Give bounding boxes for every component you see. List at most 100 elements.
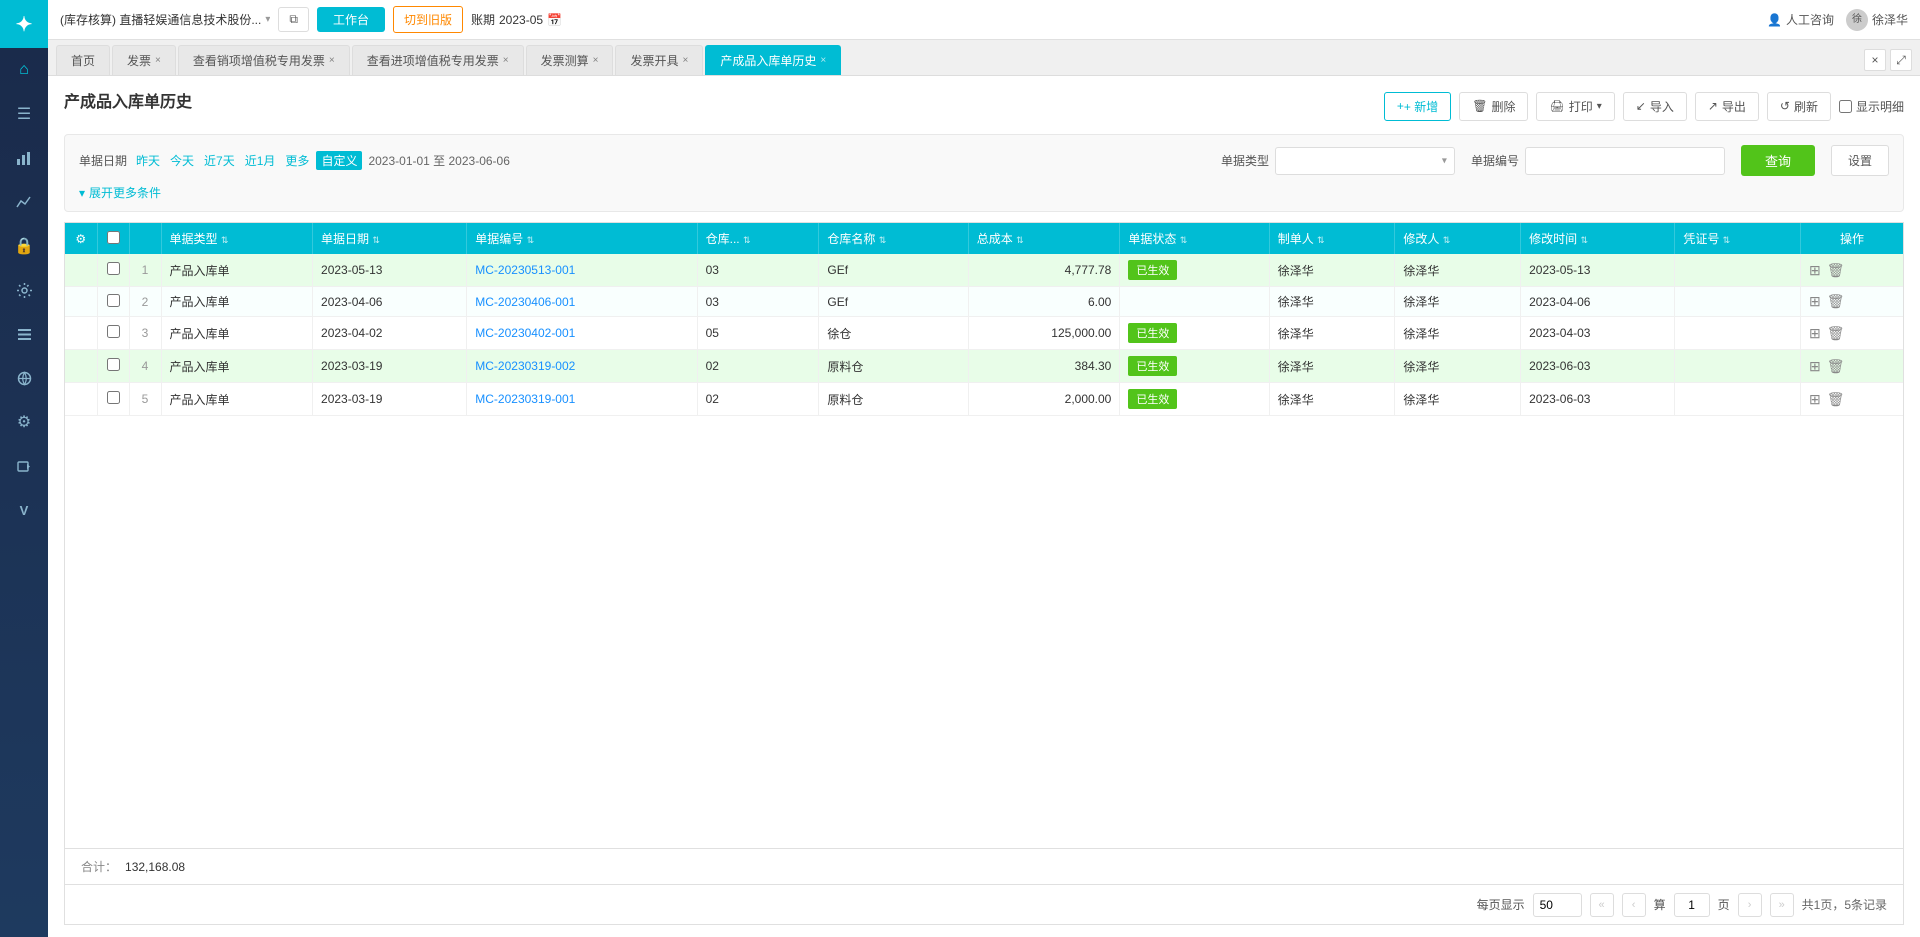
query-button[interactable]: 查询 [1741, 145, 1815, 176]
td-type: 产品入库单 [161, 287, 313, 317]
td-number[interactable]: MC-20230319-001 [467, 383, 697, 416]
delete-action-icon[interactable]: 🗑 [1827, 325, 1845, 342]
shortcut-more[interactable]: 更多 [282, 151, 312, 170]
tab-close-vat-input[interactable]: × [503, 55, 509, 66]
per-page-select[interactable]: 50 10 20 100 [1533, 893, 1582, 917]
th-status[interactable]: 单据状态 ⇅ [1120, 223, 1269, 254]
sidebar-item-list[interactable] [0, 312, 48, 356]
number-link[interactable]: MC-20230402-001 [475, 326, 575, 340]
th-number[interactable]: 单据编号 ⇅ [467, 223, 697, 254]
th-type[interactable]: 单据类型 ⇅ [161, 223, 313, 254]
th-date[interactable]: 单据日期 ⇅ [313, 223, 467, 254]
number-link[interactable]: MC-20230406-001 [475, 295, 575, 309]
th-checkbox[interactable] [97, 223, 129, 254]
number-link[interactable]: MC-20230319-001 [475, 392, 575, 406]
th-warehouse-code[interactable]: 仓库... ⇅ [697, 223, 819, 254]
view-action-icon[interactable]: ⊞ [1809, 391, 1821, 408]
tab-vat-input[interactable]: 查看进项增值税专用发票 × [352, 45, 524, 75]
export-button[interactable]: ↗ 导出 [1695, 92, 1759, 121]
th-total-cost[interactable]: 总成本 ⇅ [968, 223, 1120, 254]
th-creator[interactable]: 制单人 ⇅ [1269, 223, 1395, 254]
sidebar-item-lock[interactable]: 🔒 [0, 224, 48, 268]
first-page-button[interactable]: « [1590, 893, 1614, 917]
td-checkbox[interactable] [97, 254, 129, 287]
sidebar-item-docs[interactable]: ☰ [0, 92, 48, 136]
sidebar-item-api[interactable] [0, 356, 48, 400]
shortcut-yesterday[interactable]: 昨天 [133, 151, 163, 170]
tab-vat-output[interactable]: 查看销项增值税专用发票 × [178, 45, 350, 75]
view-action-icon[interactable]: ⊞ [1809, 358, 1821, 375]
copy-button[interactable]: ⧉ [278, 7, 309, 32]
calendar-icon[interactable]: 📅 [547, 13, 562, 27]
td-total-cost: 2,000.00 [968, 383, 1120, 416]
th-modifier[interactable]: 修改人 ⇅ [1395, 223, 1521, 254]
shortcut-custom[interactable]: 自定义 [316, 151, 362, 170]
tab-home[interactable]: 首页 [56, 45, 110, 75]
tab-invoice-calc[interactable]: 发票测算 × [526, 45, 614, 75]
type-select[interactable] [1275, 147, 1455, 175]
td-checkbox[interactable] [97, 317, 129, 350]
next-page-button[interactable]: › [1738, 893, 1762, 917]
support-link[interactable]: 👤 人工咨询 [1767, 11, 1834, 28]
tab-close-invoice-calc[interactable]: × [593, 55, 599, 66]
td-checkbox[interactable] [97, 350, 129, 383]
shortcut-1month[interactable]: 近1月 [242, 151, 279, 170]
tab-product-inbound[interactable]: 产成品入库单历史 × [705, 45, 841, 75]
th-voucher[interactable]: 凭证号 ⇅ [1675, 223, 1801, 254]
tab-close-all-button[interactable]: × [1864, 49, 1886, 71]
last-page-button[interactable]: » [1770, 893, 1794, 917]
switch-old-button[interactable]: 切到旧版 [393, 6, 463, 33]
sidebar-item-home[interactable]: ⌂ [0, 48, 48, 92]
delete-action-icon[interactable]: 🗑 [1827, 391, 1845, 408]
show-detail-input[interactable] [1839, 100, 1852, 113]
th-modify-time[interactable]: 修改时间 ⇅ [1521, 223, 1675, 254]
number-input[interactable] [1525, 147, 1725, 175]
shortcut-today[interactable]: 今天 [167, 151, 197, 170]
import-button[interactable]: ↙ 导入 [1623, 92, 1687, 121]
user-profile[interactable]: 徐 徐泽华 [1846, 9, 1908, 31]
sidebar-item-analytics[interactable] [0, 180, 48, 224]
show-detail-checkbox[interactable]: 显示明细 [1839, 98, 1904, 115]
prev-page-button[interactable]: ‹ [1622, 893, 1646, 917]
print-button[interactable]: 🖨 打印 ▾ [1536, 92, 1614, 121]
delete-action-icon[interactable]: 🗑 [1827, 293, 1845, 310]
sidebar-item-chart[interactable] [0, 136, 48, 180]
td-number[interactable]: MC-20230319-002 [467, 350, 697, 383]
number-link[interactable]: MC-20230513-001 [475, 263, 575, 277]
company-selector[interactable]: (库存核算) 直播轻娱通信息技术股份... ▾ [60, 11, 270, 28]
delete-button[interactable]: 🗑 删除 [1459, 92, 1528, 121]
tab-invoice-open[interactable]: 发票开具 × [615, 45, 703, 75]
td-checkbox[interactable] [97, 287, 129, 317]
view-action-icon[interactable]: ⊞ [1809, 325, 1821, 342]
page-number-input[interactable] [1674, 893, 1710, 917]
tab-close-invoice[interactable]: × [155, 55, 161, 66]
sidebar-item-settings[interactable] [0, 268, 48, 312]
workbench-button[interactable]: 工作台 [317, 7, 385, 32]
refresh-button[interactable]: ↺ 刷新 [1767, 92, 1831, 121]
set-button[interactable]: 设置 [1831, 145, 1889, 176]
th-warehouse-name[interactable]: 仓库名称 ⇅ [819, 223, 968, 254]
th-settings[interactable]: ⚙ [65, 223, 97, 254]
sidebar-item-media[interactable] [0, 444, 48, 488]
td-checkbox[interactable] [97, 383, 129, 416]
view-action-icon[interactable]: ⊞ [1809, 293, 1821, 310]
tab-maximize-button[interactable]: ⤢ [1890, 49, 1912, 71]
td-number[interactable]: MC-20230513-001 [467, 254, 697, 287]
td-number[interactable]: MC-20230402-001 [467, 317, 697, 350]
tab-invoice[interactable]: 发票 × [112, 45, 176, 75]
shortcut-7days[interactable]: 近7天 [201, 151, 238, 170]
delete-action-icon[interactable]: 🗑 [1827, 262, 1845, 279]
sidebar-item-version[interactable]: V [0, 488, 48, 532]
expand-filter-button[interactable]: ▾ 展开更多条件 [79, 184, 161, 201]
tab-close-product-inbound[interactable]: × [820, 55, 826, 66]
sidebar-item-settings2[interactable]: ⚙ [0, 400, 48, 444]
td-number[interactable]: MC-20230406-001 [467, 287, 697, 317]
tab-close-vat-output[interactable]: × [329, 55, 335, 66]
number-link[interactable]: MC-20230319-002 [475, 359, 575, 373]
delete-action-icon[interactable]: 🗑 [1827, 358, 1845, 375]
select-all-checkbox[interactable] [107, 231, 120, 244]
view-action-icon[interactable]: ⊞ [1809, 262, 1821, 279]
add-button[interactable]: + + 新增 [1384, 92, 1451, 121]
tab-close-invoice-open[interactable]: × [682, 55, 688, 66]
app-logo[interactable]: ✦ [0, 0, 48, 48]
